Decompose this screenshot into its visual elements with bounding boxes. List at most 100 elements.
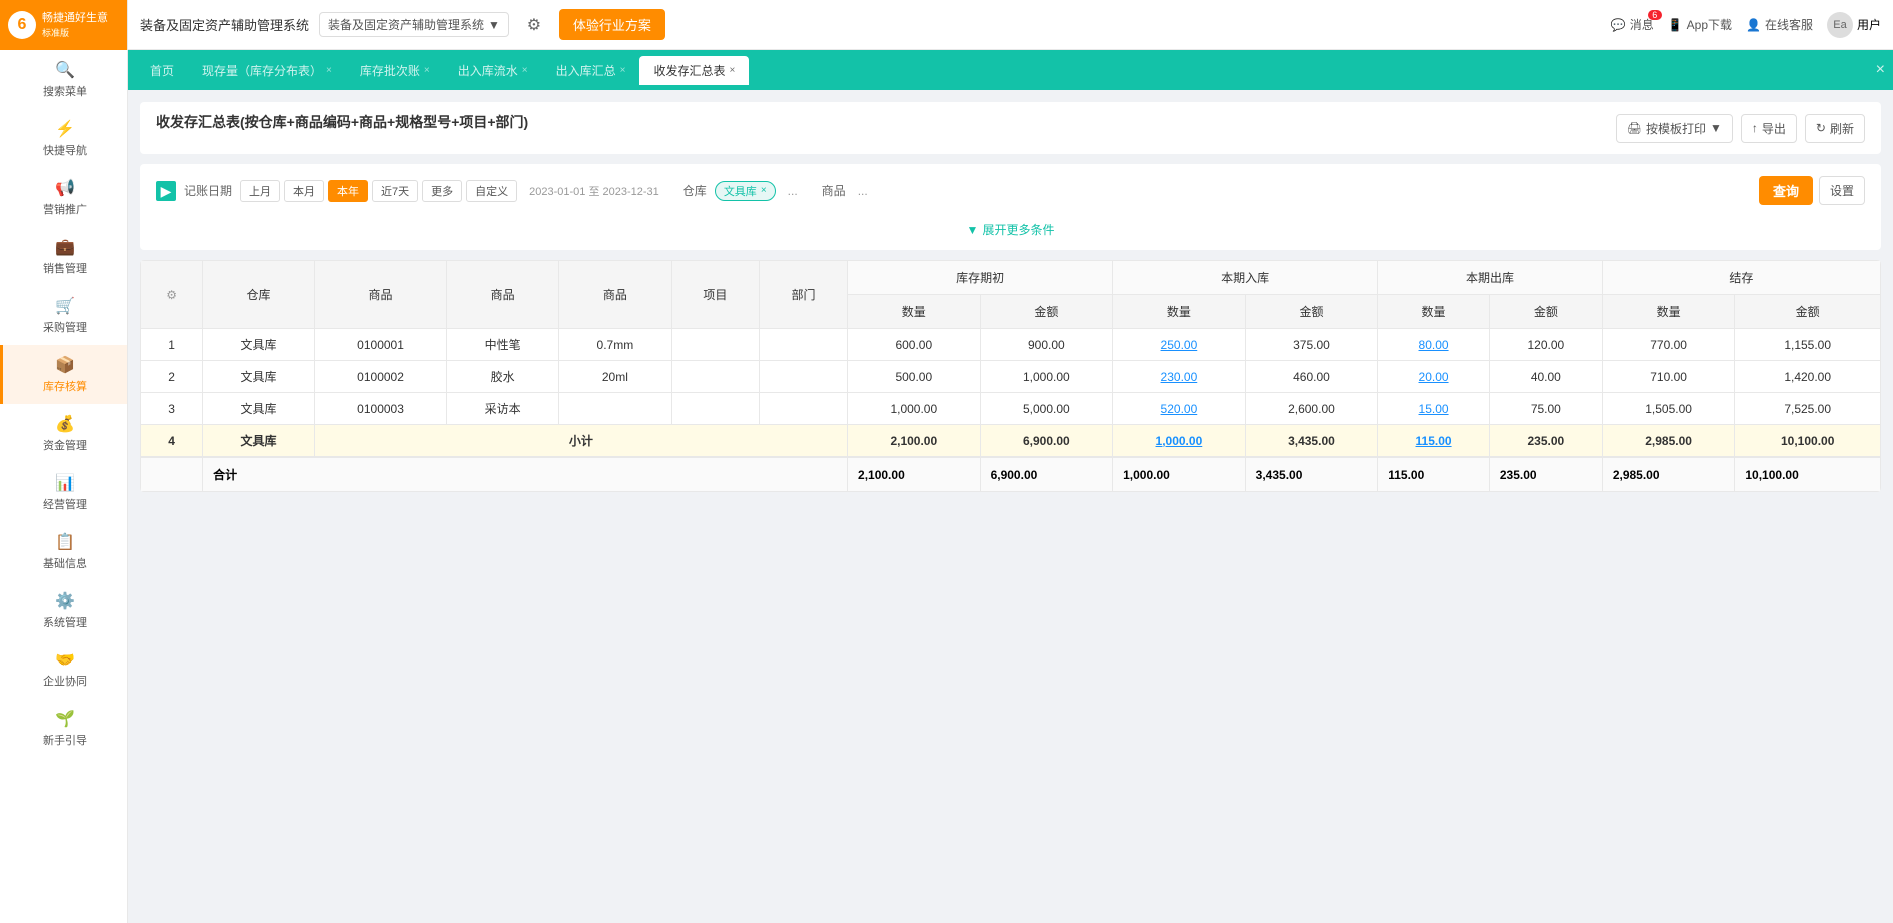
tab-0[interactable]: 首页 (136, 56, 188, 85)
sidebar-item-0[interactable]: 🔍搜索菜单 (0, 50, 127, 109)
tab-close-4[interactable]: × (620, 65, 626, 76)
tab-close-3[interactable]: × (522, 65, 528, 76)
print-icon: 🖨 (1627, 121, 1642, 135)
expand-more-btn[interactable]: ▼ 展开更多条件 (967, 221, 1055, 238)
warehouse-more[interactable]: ... (788, 184, 798, 198)
in-qty-link-2[interactable]: 520.00 (1161, 402, 1198, 416)
print-button[interactable]: 🖨 按模板打印 ▼ (1616, 114, 1733, 143)
export-button[interactable]: ↑ 导出 (1741, 114, 1797, 143)
cell-in-qty-2[interactable]: 520.00 (1113, 393, 1246, 425)
total-empty (141, 457, 203, 492)
col-open-qty: 数量 (848, 295, 981, 329)
topbar-actions: 💬 消息 6 📱 App下载 👤 在线客服 Ea 用户 (1611, 12, 1881, 38)
cell-in-qty-0[interactable]: 250.00 (1113, 329, 1246, 361)
sidebar-item-2[interactable]: 📢营销推广 (0, 168, 127, 227)
cell-out-amt-2: 75.00 (1489, 393, 1602, 425)
cell-open-amt-0: 900.00 (980, 329, 1113, 361)
warehouse-tag-close[interactable]: × (761, 185, 767, 196)
sidebar-item-5[interactable]: 📦 库存核算 (0, 345, 127, 404)
cell-out-amt-0: 120.00 (1489, 329, 1602, 361)
sub-label: 小计 (314, 425, 847, 458)
settings-icon[interactable]: ⚙ (519, 10, 549, 40)
total-close-amt: 10,100.00 (1735, 457, 1881, 492)
tab-4[interactable]: 出入库汇总× (542, 56, 640, 85)
cell-in-qty-1[interactable]: 230.00 (1113, 361, 1246, 393)
sidebar-label-3: 销售管理 (43, 260, 87, 276)
user-label: 用户 (1857, 16, 1881, 33)
message-action[interactable]: 💬 消息 6 (1611, 16, 1654, 33)
in-qty-link-1[interactable]: 230.00 (1161, 370, 1198, 384)
message-icon: 💬 (1611, 18, 1626, 32)
sidebar-label-11: 新手引导 (43, 732, 87, 748)
sidebar-item-3[interactable]: 💼销售管理 (0, 227, 127, 286)
user-menu[interactable]: Ea 用户 (1827, 12, 1881, 38)
tabs-close-all[interactable]: × (1876, 61, 1885, 79)
tab-label-5: 收发存汇总表 (653, 62, 725, 79)
cell-in-amt-2: 2,600.00 (1245, 393, 1378, 425)
tab-5[interactable]: 收发存汇总表 × (639, 56, 749, 85)
sidebar-item-4[interactable]: 🛒采购管理 (0, 286, 127, 345)
total-in-qty: 1,000.00 (1113, 457, 1246, 492)
date-btn-0[interactable]: 上月 (240, 180, 280, 202)
tab-1[interactable]: 现存量（库存分布表）× (188, 56, 346, 85)
system-title-dropdown[interactable]: 装备及固定资产辅助管理系统 ▼ (319, 12, 509, 37)
col-goods-code: 商品 (314, 261, 447, 329)
goods-more[interactable]: ... (858, 184, 868, 198)
refresh-button[interactable]: ↻ 刷新 (1805, 114, 1865, 143)
expand-arrow[interactable]: ▶ (156, 181, 176, 201)
tab-label-2: 库存批次账 (360, 62, 420, 79)
col-settings: ⚙ (141, 261, 203, 329)
tab-2[interactable]: 库存批次账 × (346, 56, 444, 85)
tab-close-5[interactable]: × (729, 65, 735, 76)
date-btn-2[interactable]: 本年 (328, 180, 368, 202)
date-buttons: 上月本月本年近7天更多自定义 (240, 180, 517, 202)
cell-out-qty-2[interactable]: 15.00 (1378, 393, 1490, 425)
sidebar-item-11[interactable]: 🌱新手引导 (0, 699, 127, 758)
main-area: 装备及固定资产辅助管理系统 装备及固定资产辅助管理系统 ▼ ⚙ 体验行业方案 💬… (128, 0, 1893, 923)
sub-in-amt: 3,435.00 (1245, 425, 1378, 458)
sidebar-icon-6: 💰 (55, 414, 75, 434)
cell-open-qty-1: 500.00 (848, 361, 981, 393)
sidebar-item-6[interactable]: 💰资金管理 (0, 404, 127, 463)
date-btn-4[interactable]: 更多 (422, 180, 462, 202)
demo-button[interactable]: 体验行业方案 (559, 9, 665, 40)
sidebar-item-10[interactable]: 🤝企业协同 (0, 640, 127, 699)
date-btn-1[interactable]: 本月 (284, 180, 324, 202)
tab-close-1[interactable]: × (326, 65, 332, 76)
logo-sub: 标准版 (42, 26, 108, 39)
settings-icon[interactable]: ⚙ (166, 288, 177, 302)
cell-close-amt-2: 7,525.00 (1735, 393, 1881, 425)
cell-out-qty-1[interactable]: 20.00 (1378, 361, 1490, 393)
date-btn-5[interactable]: 自定义 (466, 180, 517, 202)
tab-close-2[interactable]: × (424, 65, 430, 76)
cell-close-qty-2: 1,505.00 (1602, 393, 1735, 425)
search-button[interactable]: 查询 (1759, 176, 1813, 205)
sidebar-label-10: 企业协同 (43, 673, 87, 689)
system-title: 装备及固定资产辅助管理系统 (140, 15, 309, 34)
sidebar-label-5: 库存核算 (43, 378, 87, 394)
sidebar-item-7[interactable]: 📊经营管理 (0, 463, 127, 522)
tab-3[interactable]: 出入库流水× (444, 56, 542, 85)
sidebar-item-9[interactable]: ⚙️系统管理 (0, 581, 127, 640)
cell-out-qty-0[interactable]: 80.00 (1378, 329, 1490, 361)
app-download-action[interactable]: 📱 App下载 (1668, 16, 1732, 33)
sidebar-icon-5: 📦 (55, 355, 75, 375)
date-btn-3[interactable]: 近7天 (372, 180, 418, 202)
online-service-action[interactable]: 👤 在线客服 (1746, 16, 1813, 33)
avatar: Ea (1827, 12, 1853, 38)
sub-out-qty-link[interactable]: 115.00 (1416, 434, 1452, 448)
cell-in-amt-1: 460.00 (1245, 361, 1378, 393)
out-qty-link-0[interactable]: 80.00 (1419, 338, 1449, 352)
cell-close-amt-1: 1,420.00 (1735, 361, 1881, 393)
cell-in-amt-0: 375.00 (1245, 329, 1378, 361)
out-qty-link-1[interactable]: 20.00 (1419, 370, 1449, 384)
sub-in-qty-link[interactable]: 1,000.00 (1156, 434, 1203, 448)
sidebar-item-8[interactable]: 📋基础信息 (0, 522, 127, 581)
cell-spec-2 (558, 393, 671, 425)
out-qty-link-2[interactable]: 15.00 (1419, 402, 1449, 416)
col-closing-group: 结存 (1602, 261, 1880, 295)
in-qty-link-0[interactable]: 250.00 (1161, 338, 1198, 352)
filter-setting-button[interactable]: 设置 (1819, 176, 1865, 205)
sidebar-item-1[interactable]: ⚡快捷导航 (0, 109, 127, 168)
expand-label: 展开更多条件 (982, 221, 1054, 238)
